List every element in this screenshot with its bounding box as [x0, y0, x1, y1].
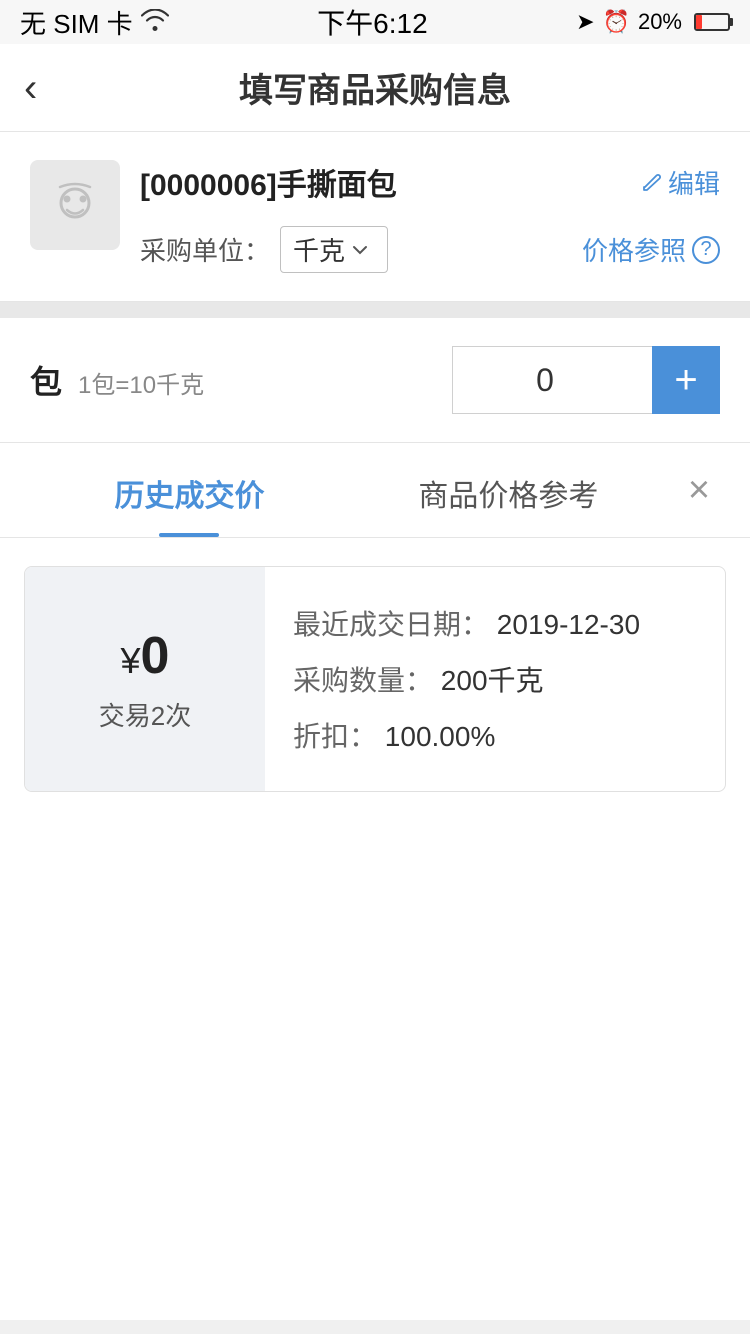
product-title-row: [0000006]手撕面包 编辑 — [140, 160, 720, 204]
purchase-qty-label: 采购数量： — [293, 665, 433, 696]
page-title: 填写商品采购信息 — [239, 63, 511, 112]
status-left: 无 SIM 卡 — [20, 4, 169, 41]
location-icon: ➤ — [576, 9, 594, 35]
battery-icon — [694, 13, 730, 31]
wifi-icon — [141, 7, 169, 38]
quantity-labels: 包 1包=10千克 — [30, 357, 204, 403]
bottom-fill — [0, 820, 750, 1320]
tab-price-ref[interactable]: 商品价格参考 — [349, 443, 668, 537]
product-card: [0000006]手撕面包 编辑 采购单位： 千克 价格参照 — [0, 132, 750, 302]
purchase-qty-line: 采购数量： 200千克 — [293, 659, 697, 699]
status-bar: 无 SIM 卡 下午6:12 ➤ ⏰ 20% — [0, 0, 750, 44]
product-name: [0000006]手撕面包 — [140, 160, 397, 204]
recent-date-value: 2019-12-30 — [497, 609, 640, 640]
yen-symbol: ¥ — [121, 640, 141, 681]
status-right: ➤ ⏰ 20% — [576, 9, 730, 35]
quantity-input-group: + — [452, 346, 720, 414]
purchase-unit-row: 采购单位： 千克 价格参照 ? — [140, 226, 720, 273]
purchase-unit-label: 采购单位： — [140, 231, 270, 268]
back-button[interactable]: ‹ — [24, 68, 37, 108]
history-card-left: ¥0 交易2次 — [25, 567, 265, 791]
quantity-plus-button[interactable]: + — [652, 346, 720, 414]
history-card-right: 最近成交日期： 2019-12-30 采购数量： 200千克 折扣： 100.0… — [265, 567, 725, 791]
alarm-icon: ⏰ — [603, 9, 630, 35]
history-content: ¥0 交易2次 最近成交日期： 2019-12-30 采购数量： 200千克 折… — [0, 538, 750, 820]
recent-date-label: 最近成交日期： — [293, 609, 489, 640]
time-display: 下午6:12 — [317, 2, 428, 42]
tab-history-price[interactable]: 历史成交价 — [30, 443, 349, 537]
edit-button[interactable]: 编辑 — [642, 164, 720, 201]
product-thumbnail — [30, 160, 120, 250]
battery-pct: 20% — [638, 9, 682, 35]
tabs-header: 历史成交价 商品价格参考 × — [0, 443, 750, 538]
tab-active-indicator — [159, 533, 219, 537]
carrier-text: 无 SIM 卡 — [20, 4, 133, 41]
price-value: 0 — [141, 627, 170, 685]
history-trades: 交易2次 — [99, 696, 191, 733]
quantity-equiv-label: 1包=10千克 — [78, 365, 204, 400]
quantity-input[interactable] — [452, 346, 652, 414]
product-info: [0000006]手撕面包 编辑 采购单位： 千克 价格参照 — [140, 160, 720, 273]
header: ‹ 填写商品采购信息 — [0, 44, 750, 132]
unit-select[interactable]: 千克 — [280, 226, 388, 273]
close-tabs-button[interactable]: × — [678, 459, 720, 522]
history-price: ¥0 — [121, 626, 170, 686]
discount-line: 折扣： 100.00% — [293, 715, 697, 755]
recent-date-line: 最近成交日期： 2019-12-30 — [293, 603, 697, 643]
help-icon: ? — [692, 236, 720, 264]
section-divider — [0, 302, 750, 318]
discount-value: 100.00% — [385, 721, 496, 752]
history-card: ¥0 交易2次 最近成交日期： 2019-12-30 采购数量： 200千克 折… — [24, 566, 726, 792]
tabs-section: 历史成交价 商品价格参考 × ¥0 交易2次 最近成交日期： 2019-12-3… — [0, 443, 750, 820]
discount-label: 折扣： — [293, 721, 377, 752]
quantity-row: 包 1包=10千克 + — [0, 318, 750, 443]
quantity-unit-label: 包 — [30, 357, 62, 403]
price-ref-button[interactable]: 价格参照 ? — [582, 231, 720, 268]
purchase-qty-value: 200千克 — [441, 665, 544, 696]
